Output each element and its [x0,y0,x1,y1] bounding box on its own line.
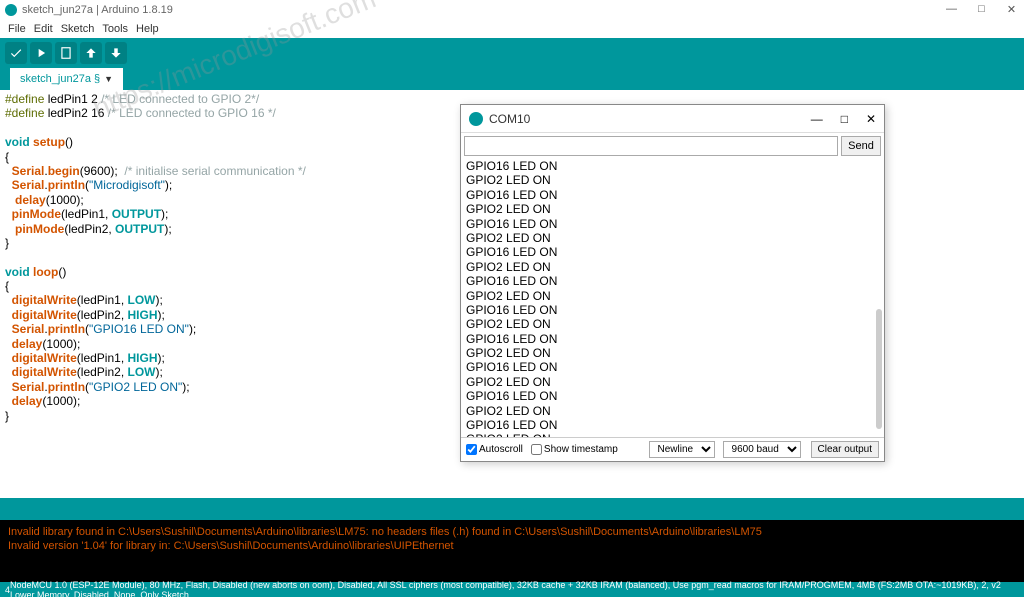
serial-maximize-button[interactable]: □ [841,112,848,126]
serial-output[interactable]: GPIO16 LED ONGPIO2 LED ONGPIO16 LED ONGP… [461,159,884,437]
menu-edit[interactable]: Edit [31,23,56,35]
window-title: sketch_jun27a | Arduino 1.8.19 [22,4,173,16]
serial-line: GPIO2 LED ON [466,260,879,274]
serial-line: GPIO16 LED ON [466,418,879,432]
upload-button[interactable] [30,42,52,64]
serial-input[interactable] [464,136,838,156]
serial-line: GPIO16 LED ON [466,389,879,403]
serial-footer: Autoscroll Show timestamp Newline 9600 b… [461,437,884,461]
divider [0,498,1024,520]
title-bar: sketch_jun27a | Arduino 1.8.19 — □ ✕ [0,0,1024,20]
output-console[interactable]: Invalid library found in C:\Users\Sushil… [0,520,1024,582]
serial-line: GPIO2 LED ON [466,375,879,389]
window-controls: — □ ✕ [944,3,1019,18]
line-ending-select[interactable]: Newline [649,441,715,458]
status-bar: 4 NodeMCU 1.0 (ESP-12E Module), 80 MHz, … [0,582,1024,597]
menu-tools[interactable]: Tools [99,23,131,35]
tab-sketch[interactable]: sketch_jun27a § ▼ [10,68,123,90]
autoscroll-checkbox[interactable]: Autoscroll [466,444,523,455]
serial-title: COM10 [489,112,530,126]
serial-line: GPIO2 LED ON [466,346,879,360]
serial-line: GPIO2 LED ON [466,173,879,187]
verify-button[interactable] [5,42,27,64]
serial-close-button[interactable]: ✕ [866,112,876,126]
serial-scrollbar[interactable] [876,309,882,429]
minimize-button[interactable]: — [944,3,959,18]
clear-output-button[interactable]: Clear output [811,441,879,458]
serial-line: GPIO2 LED ON [466,202,879,216]
close-button[interactable]: ✕ [1004,3,1019,18]
serial-line: GPIO16 LED ON [466,360,879,374]
toolbar [0,38,1024,68]
console-line: Invalid version '1.04' for library in: C… [8,539,1016,553]
serial-line: GPIO2 LED ON [466,404,879,418]
serial-line: GPIO16 LED ON [466,332,879,346]
timestamp-checkbox[interactable]: Show timestamp [531,444,618,455]
serial-line: GPIO2 LED ON [466,317,879,331]
console-line: Invalid library found in C:\Users\Sushil… [8,525,1016,539]
tab-bar: sketch_jun27a § ▼ [0,68,1024,90]
menu-help[interactable]: Help [133,23,162,35]
serial-line: GPIO2 LED ON [466,289,879,303]
serial-window-controls: — □ ✕ [811,112,876,126]
serial-line: GPIO2 LED ON [466,432,879,437]
serial-line: GPIO16 LED ON [466,188,879,202]
serial-line: GPIO16 LED ON [466,303,879,317]
menu-sketch[interactable]: Sketch [58,23,98,35]
menu-file[interactable]: File [5,23,29,35]
serial-monitor-window: COM10 — □ ✕ Send GPIO16 LED ONGPIO2 LED … [460,104,885,462]
new-button[interactable] [55,42,77,64]
serial-line: GPIO16 LED ON [466,274,879,288]
open-button[interactable] [80,42,102,64]
menu-bar: File Edit Sketch Tools Help [0,20,1024,38]
save-button[interactable] [105,42,127,64]
serial-arduino-icon [469,112,483,126]
tab-dropdown-icon[interactable]: ▼ [104,74,113,84]
serial-send-button[interactable]: Send [841,136,881,156]
tab-label: sketch_jun27a § [20,73,100,85]
baud-select[interactable]: 9600 baud [723,441,801,458]
serial-titlebar[interactable]: COM10 — □ ✕ [461,105,884,133]
serial-minimize-button[interactable]: — [811,112,823,126]
serial-line: GPIO2 LED ON [466,231,879,245]
serial-input-row: Send [461,133,884,159]
serial-line: GPIO16 LED ON [466,245,879,259]
status-board-info: NodeMCU 1.0 (ESP-12E Module), 80 MHz, Fl… [10,580,1019,600]
serial-line: GPIO16 LED ON [466,217,879,231]
arduino-icon [5,4,17,16]
serial-line: GPIO16 LED ON [466,159,879,173]
maximize-button[interactable]: □ [974,3,989,18]
